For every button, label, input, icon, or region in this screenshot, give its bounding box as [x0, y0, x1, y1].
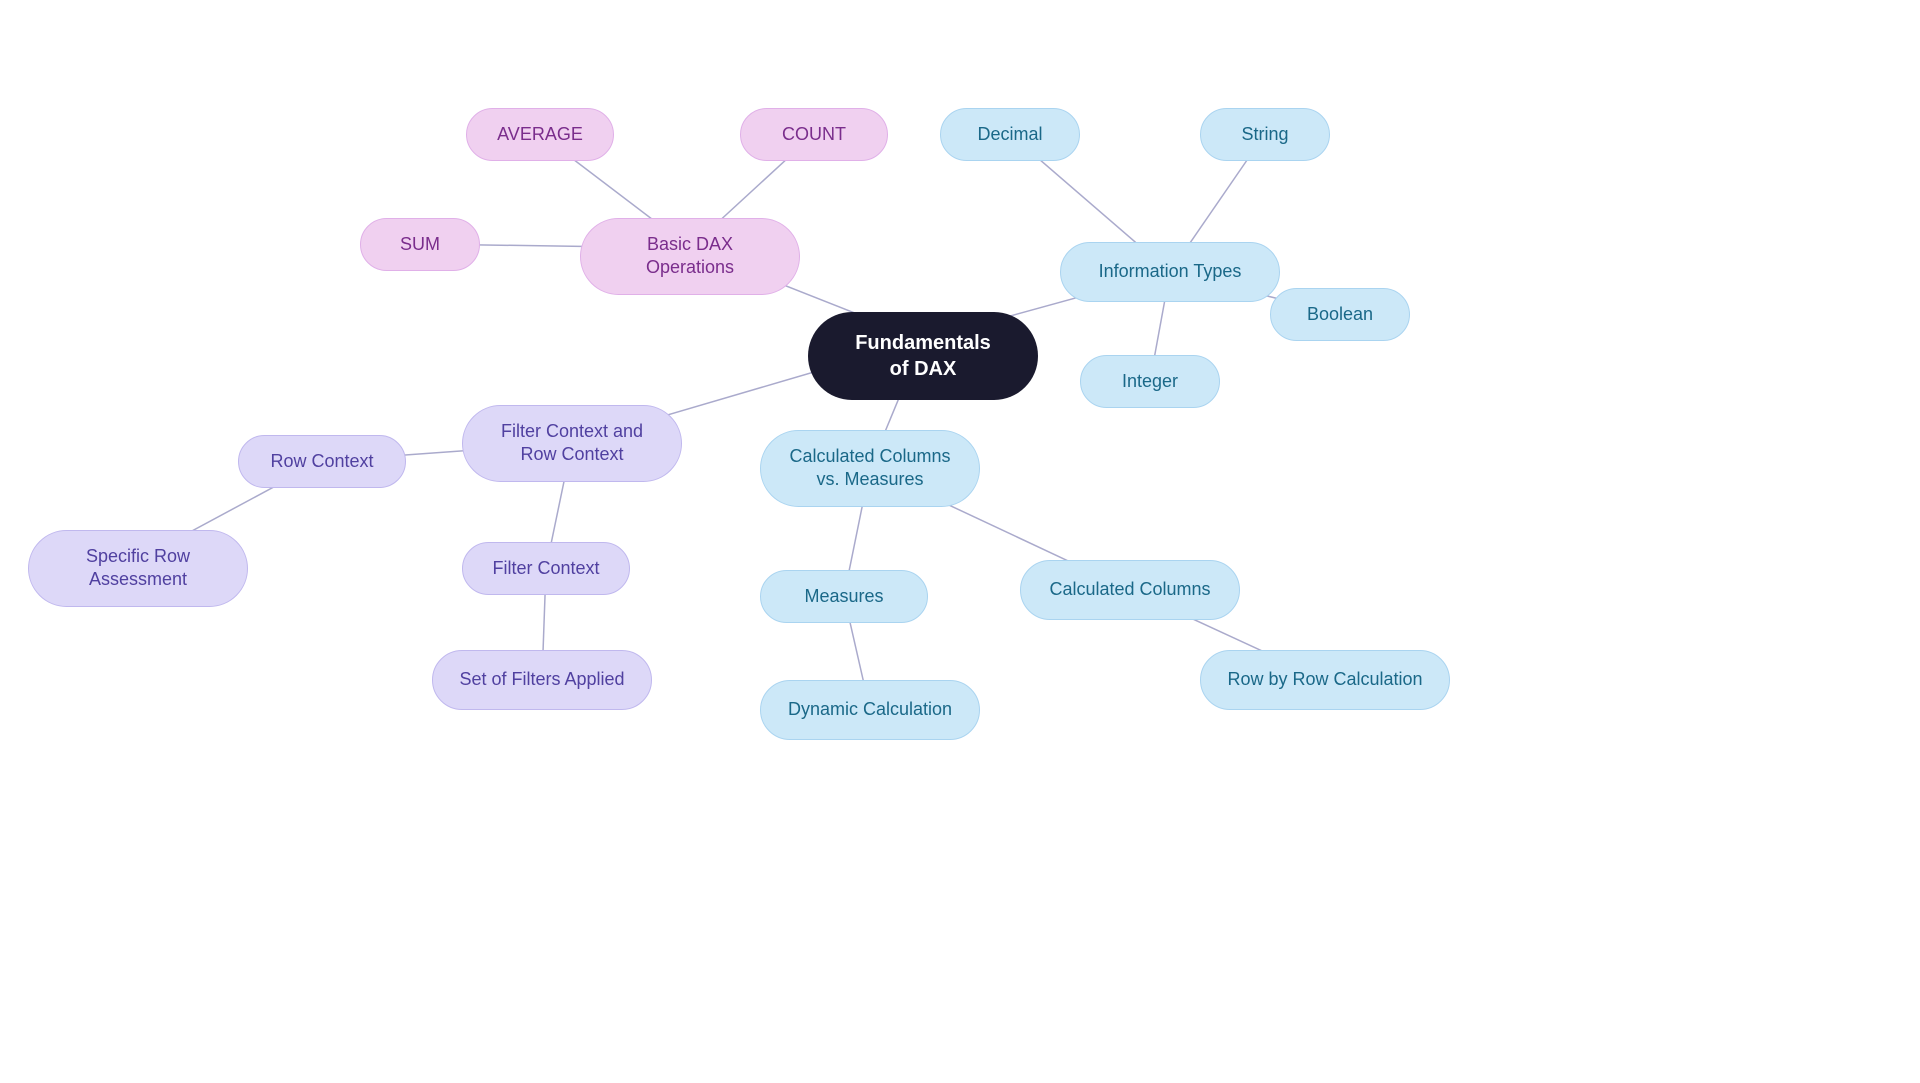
dynamic-calc-node[interactable]: Dynamic Calculation — [760, 680, 980, 740]
count-node[interactable]: COUNT — [740, 108, 888, 161]
set-filters-node[interactable]: Set of Filters Applied — [432, 650, 652, 710]
info-types-label: Information Types — [1099, 260, 1242, 283]
calc-columns-label: Calculated Columns — [1049, 578, 1210, 601]
specific-row-node[interactable]: Specific Row Assessment — [28, 530, 248, 607]
filter-context-row-label: Filter Context and Row Context — [485, 420, 659, 467]
integer-node[interactable]: Integer — [1080, 355, 1220, 408]
row-by-row-node[interactable]: Row by Row Calculation — [1200, 650, 1450, 710]
decimal-label: Decimal — [977, 123, 1042, 146]
calc-cols-measures-node[interactable]: Calculated Columns vs. Measures — [760, 430, 980, 507]
calc-cols-measures-label: Calculated Columns vs. Measures — [783, 445, 957, 492]
filter-context-node[interactable]: Filter Context — [462, 542, 630, 595]
measures-label: Measures — [804, 585, 883, 608]
calc-columns-node[interactable]: Calculated Columns — [1020, 560, 1240, 620]
row-by-row-label: Row by Row Calculation — [1227, 668, 1422, 691]
boolean-node[interactable]: Boolean — [1270, 288, 1410, 341]
boolean-label: Boolean — [1307, 303, 1373, 326]
filter-context-label: Filter Context — [492, 557, 599, 580]
string-node[interactable]: String — [1200, 108, 1330, 161]
filter-context-row-node[interactable]: Filter Context and Row Context — [462, 405, 682, 482]
info-types-node[interactable]: Information Types — [1060, 242, 1280, 302]
row-context-label: Row Context — [270, 450, 373, 473]
average-node[interactable]: AVERAGE — [466, 108, 614, 161]
measures-node[interactable]: Measures — [760, 570, 928, 623]
specific-row-label: Specific Row Assessment — [51, 545, 225, 592]
row-context-node[interactable]: Row Context — [238, 435, 406, 488]
basic-dax-label: Basic DAX Operations — [603, 233, 777, 280]
sum-node[interactable]: SUM — [360, 218, 480, 271]
string-label: String — [1241, 123, 1288, 146]
average-label: AVERAGE — [497, 123, 583, 146]
dynamic-calc-label: Dynamic Calculation — [788, 698, 952, 721]
center-label: Fundamentals of DAX — [844, 330, 1002, 382]
integer-label: Integer — [1122, 370, 1178, 393]
center-node[interactable]: Fundamentals of DAX — [808, 312, 1038, 400]
sum-label: SUM — [400, 233, 440, 256]
basic-dax-node[interactable]: Basic DAX Operations — [580, 218, 800, 295]
decimal-node[interactable]: Decimal — [940, 108, 1080, 161]
set-filters-label: Set of Filters Applied — [459, 668, 624, 691]
count-label: COUNT — [782, 123, 846, 146]
